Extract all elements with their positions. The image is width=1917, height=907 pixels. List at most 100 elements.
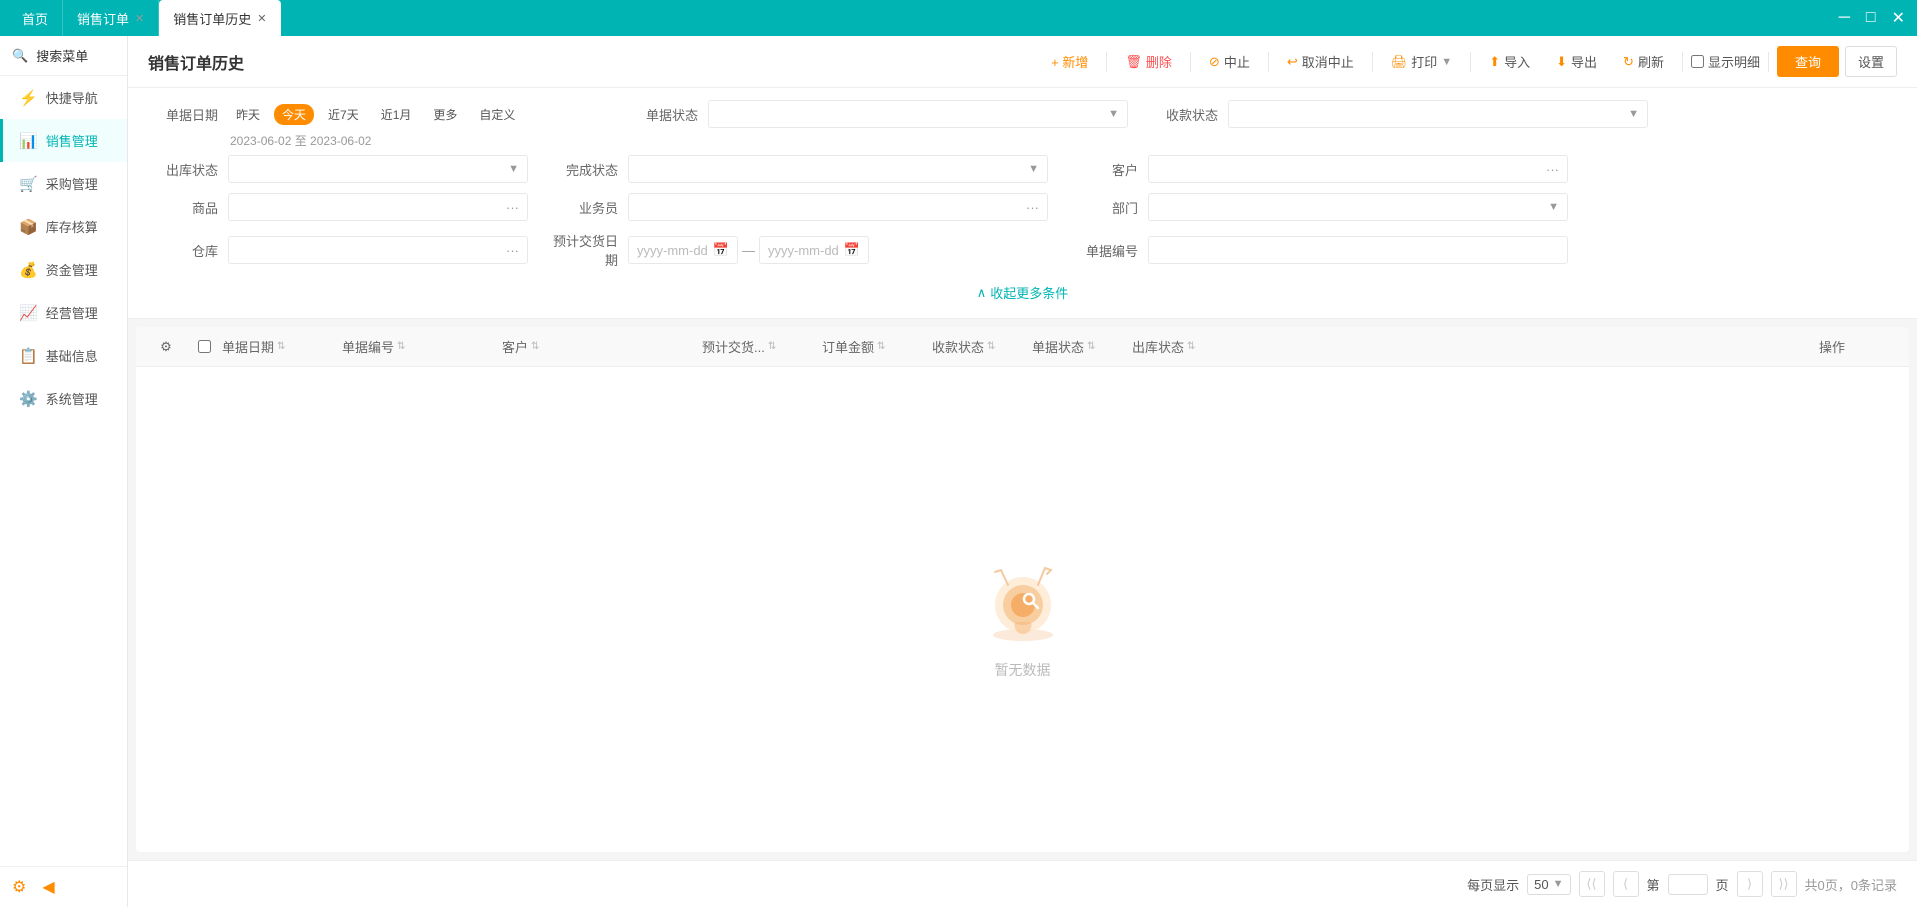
collapse-filter-btn[interactable]: ∧ 收起更多条件 <box>148 279 1897 306</box>
warehouse-dots-icon[interactable]: ··· <box>506 243 519 258</box>
cancel-stop-icon: ↩ <box>1287 54 1298 70</box>
cancel-stop-button[interactable]: ↩ 取消中止 <box>1277 47 1364 76</box>
warehouse-label: 仓库 <box>148 241 228 260</box>
top-bar: 首页 销售订单 ✕ 销售订单历史 ✕ ─ □ ✕ <box>0 0 1917 36</box>
salesman-select[interactable]: ··· <box>628 193 1048 221</box>
delivery-end-date[interactable]: yyyy-mm-dd 📅 <box>759 236 869 264</box>
page-title: 销售订单历史 <box>148 50 244 74</box>
import-icon: ⬆ <box>1489 54 1500 70</box>
settings-icon: ⚙ <box>160 339 172 355</box>
maximize-icon[interactable]: □ <box>1862 5 1880 31</box>
import-button[interactable]: ⬆ 导入 <box>1479 47 1540 76</box>
select-all-checkbox[interactable] <box>198 340 211 353</box>
show-detail-checkbox-label[interactable]: 显示明细 <box>1691 52 1760 71</box>
th-customer[interactable]: 客户 ⇅ <box>502 337 702 356</box>
prev-page-btn[interactable]: ⟨ <box>1613 871 1639 897</box>
pay-status-label: 收款状态 <box>1148 105 1228 124</box>
th-out-status[interactable]: 出库状态 ⇅ <box>1132 337 1232 356</box>
sidebar-item-operation[interactable]: 📈 经营管理 <box>0 291 127 334</box>
purchase-icon: 🛒 <box>19 175 38 193</box>
goods-select[interactable]: ··· <box>228 193 528 221</box>
dept-select[interactable]: ▼ <box>1148 193 1568 221</box>
tab-sales-order[interactable]: 销售订单 ✕ <box>63 0 159 36</box>
warehouse-select[interactable]: ··· <box>228 236 528 264</box>
sidebar-item-purchase[interactable]: 🛒 采购管理 <box>0 162 127 205</box>
bill-status-select[interactable]: ▼ <box>708 100 1128 128</box>
th-amount[interactable]: 订单金额 ⇅ <box>822 337 932 356</box>
goods-dots-icon[interactable]: ··· <box>506 200 519 215</box>
refresh-button[interactable]: ↻ 刷新 <box>1613 47 1674 76</box>
page-header: 销售订单历史 + 新增 🗑 删除 ⊘ 中止 ↩ 取消中止 <box>128 36 1917 88</box>
close-window-icon[interactable]: ✕ <box>1888 4 1909 32</box>
sort-number-icon: ⇅ <box>397 341 405 352</box>
date-label: 单据日期 <box>148 105 228 124</box>
sidebar-item-inventory[interactable]: 📦 库存核算 <box>0 205 127 248</box>
search-icon: 🔍 <box>12 48 28 64</box>
th-settings[interactable]: ⚙ <box>146 339 186 355</box>
close-sales-order-history-tab[interactable]: ✕ <box>257 12 266 25</box>
bill-number-input[interactable] <box>1148 236 1568 264</box>
dept-chevron: ▼ <box>1548 201 1559 213</box>
sidebar-item-finance[interactable]: 💰 资金管理 <box>0 248 127 291</box>
empty-svg <box>973 550 1073 650</box>
tab-sales-order-history[interactable]: 销售订单历史 ✕ <box>159 0 281 36</box>
th-checkbox[interactable] <box>186 340 222 353</box>
out-status-select[interactable]: ▼ <box>228 155 528 183</box>
page-size-select[interactable]: 50 ▼ <box>1527 874 1570 895</box>
pay-status-select[interactable]: ▼ <box>1228 100 1648 128</box>
print-chevron-icon: ▼ <box>1441 56 1452 68</box>
customer-filter: 客户 ··· <box>1068 155 1568 183</box>
customer-dots-icon[interactable]: ··· <box>1546 162 1559 177</box>
sidebar-item-quick-nav[interactable]: ⚡ 快捷导航 <box>0 76 127 119</box>
th-number[interactable]: 单据编号 ⇅ <box>342 337 502 356</box>
tab-home[interactable]: 首页 <box>8 0 63 36</box>
divider-7 <box>1768 52 1769 72</box>
delete-button[interactable]: 🗑 删除 <box>1115 47 1182 76</box>
date-tag-yesterday[interactable]: 昨天 <box>228 104 268 125</box>
date-tag-7days[interactable]: 近7天 <box>320 104 367 125</box>
salesman-dots-icon[interactable]: ··· <box>1026 200 1039 215</box>
sidebar: 🔍 搜索菜单 ⚡ 快捷导航 📊 销售管理 🛒 采购管理 📦 库存核算 💰 资金管… <box>0 36 128 907</box>
bill-number-label: 单据编号 <box>1068 241 1148 260</box>
top-right-controls: ─ □ ✕ <box>1835 4 1909 32</box>
page-number-input[interactable]: 1 <box>1668 874 1708 895</box>
last-page-btn[interactable]: ⟩⟩ <box>1771 871 1797 897</box>
date-separator: — <box>742 243 755 258</box>
finance-icon: 💰 <box>19 261 38 279</box>
th-bill-status[interactable]: 单据状态 ⇅ <box>1032 337 1132 356</box>
show-detail-checkbox[interactable] <box>1691 55 1704 68</box>
date-tag-more[interactable]: 更多 <box>425 104 465 125</box>
th-delivery[interactable]: 预计交货... ⇅ <box>702 337 822 356</box>
close-sales-order-tab[interactable]: ✕ <box>135 12 144 25</box>
date-tag-today[interactable]: 今天 <box>274 104 314 125</box>
sidebar-item-system[interactable]: ⚙️ 系统管理 <box>0 377 127 420</box>
salesman-filter: 业务员 ··· <box>548 193 1048 221</box>
next-page-btn[interactable]: ⟩ <box>1737 871 1763 897</box>
sort-customer-icon: ⇅ <box>531 341 539 352</box>
divider-6 <box>1682 52 1683 72</box>
delivery-start-date[interactable]: yyyy-mm-dd 📅 <box>628 236 738 264</box>
complete-status-select[interactable]: ▼ <box>628 155 1048 183</box>
date-tag-1month[interactable]: 近1月 <box>373 104 420 125</box>
new-button[interactable]: + 新增 <box>1041 47 1098 76</box>
settings-button[interactable]: 设置 <box>1845 46 1897 77</box>
sidebar-item-basic[interactable]: 📋 基础信息 <box>0 334 127 377</box>
date-tag-custom[interactable]: 自定义 <box>471 104 523 125</box>
sidebar-item-sales[interactable]: 📊 销售管理 <box>0 119 127 162</box>
settings-bottom-icon[interactable]: ⚙ <box>12 877 26 897</box>
query-button[interactable]: 查询 <box>1777 46 1839 77</box>
bill-status-filter: 单据状态 ▼ <box>628 100 1128 128</box>
empty-illustration <box>963 540 1083 660</box>
print-button[interactable]: 🖨 打印 ▼ <box>1381 47 1462 76</box>
page-size-value: 50 <box>1534 877 1548 892</box>
th-pay-status[interactable]: 收款状态 ⇅ <box>932 337 1032 356</box>
th-date[interactable]: 单据日期 ⇅ <box>222 337 342 356</box>
sidebar-search[interactable]: 🔍 搜索菜单 <box>0 36 127 76</box>
first-page-btn[interactable]: ⟨⟨ <box>1579 871 1605 897</box>
stop-button[interactable]: ⊘ 中止 <box>1199 47 1260 76</box>
stop-icon: ⊘ <box>1209 54 1220 70</box>
minimize-icon[interactable]: ─ <box>1835 5 1854 31</box>
customer-select[interactable]: ··· <box>1148 155 1568 183</box>
collapse-sidebar-icon[interactable]: ◀ <box>42 877 54 897</box>
export-button[interactable]: ⬇ 导出 <box>1546 47 1607 76</box>
